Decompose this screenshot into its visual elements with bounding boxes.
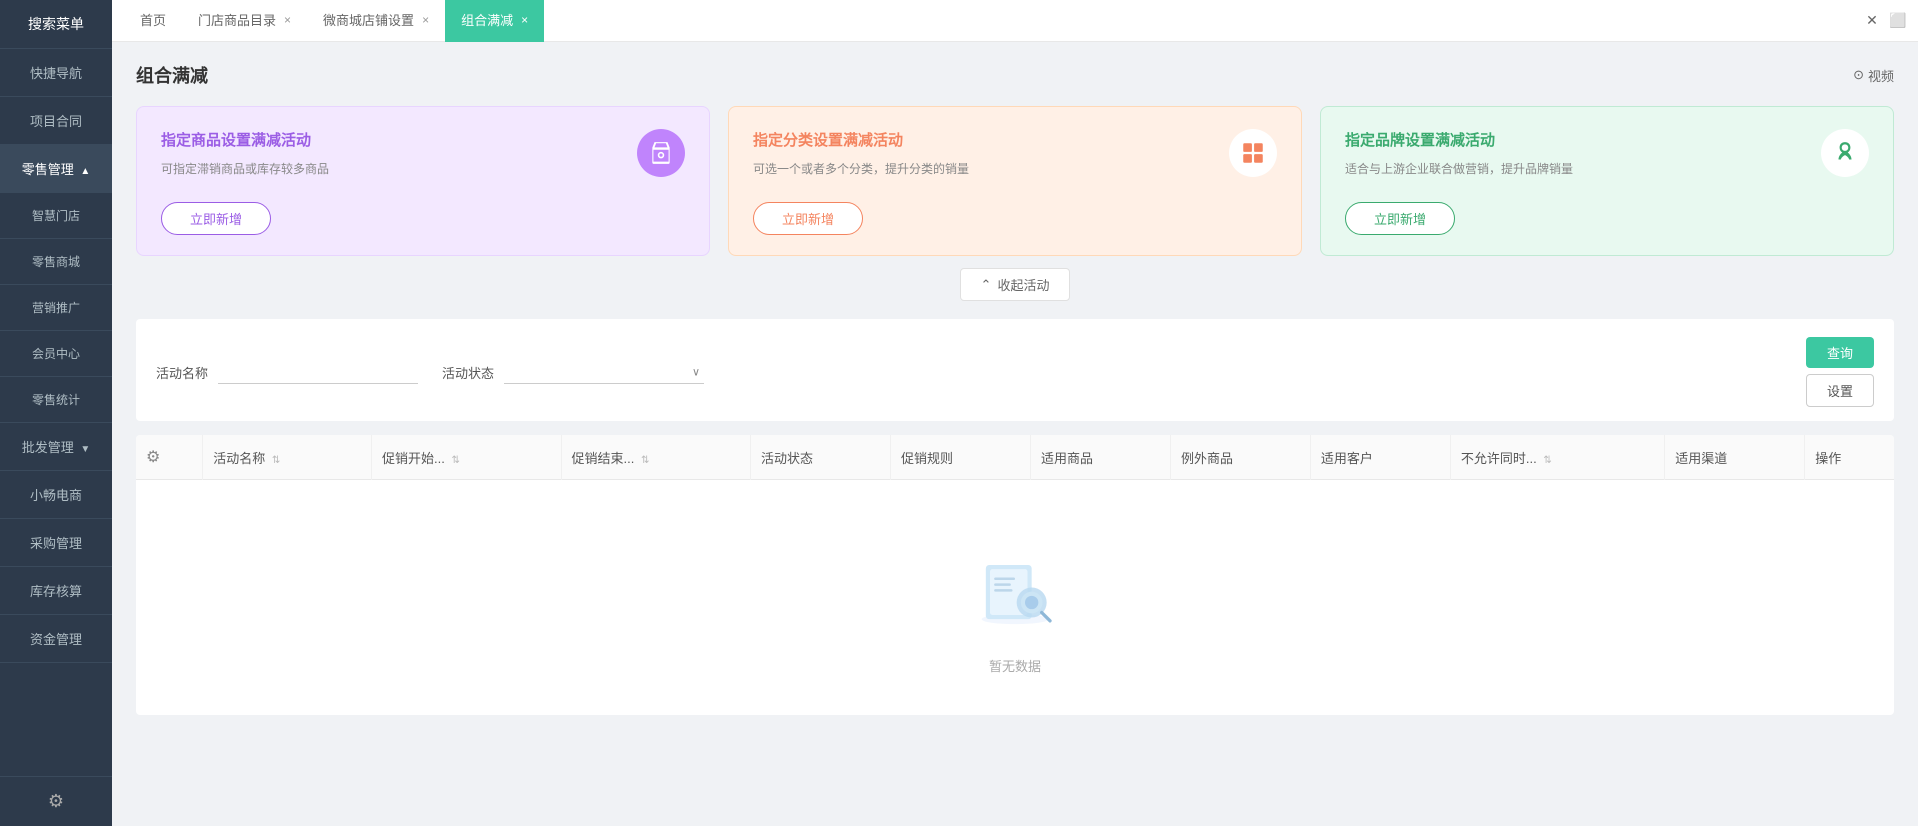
th-gear[interactable]: ⚙ [136, 435, 203, 480]
th-actions: 操作 [1805, 435, 1894, 480]
empty-state: 暂无数据 [136, 480, 1894, 715]
category-card-title: 指定分类设置满减活动 [753, 129, 1277, 150]
settings-gear-btn[interactable]: ⚙ [0, 776, 112, 826]
sidebar: 搜索菜单 快捷导航 项目合同 零售管理 ▲ 智慧门店 零售商城 营销推广 会员中… [0, 0, 112, 826]
main-area: 首页 门店商品目录 × 微商城店铺设置 × 组合满减 × ✕ ⬜ 组合满减 ⊙ … [112, 0, 1918, 826]
cards-row: 指定商品设置满减活动 可指定滞销商品或库存较多商品 立即新增 指定分类设置满减活… [136, 106, 1894, 256]
tab-combo-discount[interactable]: 组合满减 × [445, 0, 544, 42]
th-applicable-goods: 适用商品 [1030, 435, 1170, 480]
category-card-desc: 可选一个或者多个分类，提升分类的销量 [753, 160, 1277, 186]
activity-status-select-wrapper: 全部 进行中 未开始 已结束 ∨ [504, 360, 704, 384]
tab-home[interactable]: 首页 [124, 0, 182, 42]
th-no-concurrent[interactable]: 不允许同时... ⇅ [1450, 435, 1664, 480]
sidebar-item-purchase-mgmt[interactable]: 采购管理 [0, 519, 112, 567]
play-circle-icon: ⊙ [1853, 67, 1864, 83]
table-header: ⚙ 活动名称 ⇅ 促销开始... ⇅ 促销结束... ⇅ [136, 435, 1894, 480]
sort-arrows-icon: ⇅ [272, 455, 280, 466]
th-applicable-customers: 适用客户 [1310, 435, 1450, 480]
category-card-icon [1229, 129, 1277, 177]
activity-name-field: 活动名称 [156, 360, 418, 384]
sort-arrows-icon: ⇅ [452, 455, 460, 466]
gear-icon: ⚙ [146, 449, 160, 466]
sidebar-item-finance-mgmt[interactable]: 资金管理 [0, 615, 112, 663]
window-controls: ✕ ⬜ [1864, 13, 1906, 29]
goods-card-desc: 可指定滞销商品或库存较多商品 [161, 160, 685, 186]
activity-name-label: 活动名称 [156, 363, 208, 382]
settings-button[interactable]: 设置 [1806, 374, 1874, 407]
search-buttons: 查询 设置 [1806, 337, 1874, 407]
sidebar-item-member-center[interactable]: 会员中心 [0, 331, 112, 377]
sidebar-item-project-contract[interactable]: 项目合同 [0, 97, 112, 145]
sidebar-search[interactable]: 搜索菜单 [0, 0, 112, 49]
close-window-btn[interactable]: ✕ [1864, 13, 1880, 29]
tab-close-wechat-store[interactable]: × [422, 13, 429, 27]
sidebar-item-retail-mgmt[interactable]: 零售管理 ▲ [0, 145, 112, 193]
query-button[interactable]: 查询 [1806, 337, 1874, 368]
category-card-add-btn[interactable]: 立即新增 [753, 202, 863, 235]
chevron-up-icon: ▲ [80, 166, 90, 177]
goods-card-icon [637, 129, 685, 177]
activity-status-field: 活动状态 全部 进行中 未开始 已结束 ∨ [442, 360, 704, 384]
sidebar-item-inventory-calc[interactable]: 库存核算 [0, 567, 112, 615]
tab-close-store-catalog[interactable]: × [284, 13, 291, 27]
category-card: 指定分类设置满减活动 可选一个或者多个分类，提升分类的销量 立即新增 [728, 106, 1302, 256]
page-title: 组合满减 [136, 62, 208, 88]
content-area: 组合满减 ⊙ 视频 指定商品设置满减活动 可指定滞销商品或库存较多商品 立即新增 [112, 42, 1918, 826]
th-applicable-channel: 适用渠道 [1665, 435, 1805, 480]
tab-close-combo-discount[interactable]: × [521, 13, 528, 27]
brand-card-title: 指定品牌设置满减活动 [1345, 129, 1869, 150]
activity-name-input[interactable] [218, 360, 418, 384]
goods-card-add-btn[interactable]: 立即新增 [161, 202, 271, 235]
tab-bar: 首页 门店商品目录 × 微商城店铺设置 × 组合满减 × ✕ ⬜ [112, 0, 1918, 42]
page-header: 组合满减 ⊙ 视频 [136, 62, 1894, 88]
data-table: ⚙ 活动名称 ⇅ 促销开始... ⇅ 促销结束... ⇅ [136, 435, 1894, 480]
th-promo-end[interactable]: 促销结束... ⇅ [561, 435, 751, 480]
sort-arrows-icon: ⇅ [1543, 455, 1551, 466]
tab-wechat-store-settings[interactable]: 微商城店铺设置 × [307, 0, 445, 42]
empty-state-icon [965, 540, 1065, 640]
search-bar: 活动名称 活动状态 全部 进行中 未开始 已结束 ∨ 查询 [136, 319, 1894, 421]
sidebar-item-wholesale-mgmt[interactable]: 批发管理 ▼ [0, 423, 112, 471]
activity-status-select[interactable]: 全部 进行中 未开始 已结束 [504, 360, 704, 384]
brand-card-desc: 适合与上游企业联合做营销，提升品牌销量 [1345, 160, 1869, 186]
sidebar-item-retail-stats[interactable]: 零售统计 [0, 377, 112, 423]
activity-status-label: 活动状态 [442, 363, 494, 382]
th-promo-rule: 促销规则 [891, 435, 1031, 480]
sidebar-item-smart-store[interactable]: 智慧门店 [0, 193, 112, 239]
data-table-wrapper: ⚙ 活动名称 ⇅ 促销开始... ⇅ 促销结束... ⇅ [136, 435, 1894, 715]
goods-card: 指定商品设置满减活动 可指定滞销商品或库存较多商品 立即新增 [136, 106, 710, 256]
th-activity-name[interactable]: 活动名称 ⇅ [203, 435, 372, 480]
th-promo-start[interactable]: 促销开始... ⇅ [372, 435, 562, 480]
sidebar-item-marketing[interactable]: 营销推广 [0, 285, 112, 331]
collapse-bar: ⌃ 收起活动 [136, 268, 1894, 301]
empty-text: 暂无数据 [989, 656, 1041, 675]
brand-card-icon [1821, 129, 1869, 177]
goods-card-title: 指定商品设置满减活动 [161, 129, 685, 150]
chevron-up-icon: ⌃ [981, 277, 992, 293]
th-excluded-goods: 例外商品 [1170, 435, 1310, 480]
maximize-window-btn[interactable]: ⬜ [1890, 13, 1906, 29]
video-link[interactable]: ⊙ 视频 [1853, 66, 1894, 85]
tab-store-catalog[interactable]: 门店商品目录 × [182, 0, 307, 42]
brand-card: 指定品牌设置满减活动 适合与上游企业联合做营销，提升品牌销量 立即新增 [1320, 106, 1894, 256]
gear-icon: ⚙ [48, 791, 64, 811]
sort-arrows-icon: ⇅ [641, 455, 649, 466]
chevron-down-icon: ▼ [80, 444, 90, 455]
collapse-activity-btn[interactable]: ⌃ 收起活动 [960, 268, 1071, 301]
sidebar-item-xc-ecommerce[interactable]: 小畅电商 [0, 471, 112, 519]
th-activity-status: 活动状态 [751, 435, 891, 480]
brand-card-add-btn[interactable]: 立即新增 [1345, 202, 1455, 235]
sidebar-item-quick-nav[interactable]: 快捷导航 [0, 49, 112, 97]
sidebar-item-retail-mall[interactable]: 零售商城 [0, 239, 112, 285]
